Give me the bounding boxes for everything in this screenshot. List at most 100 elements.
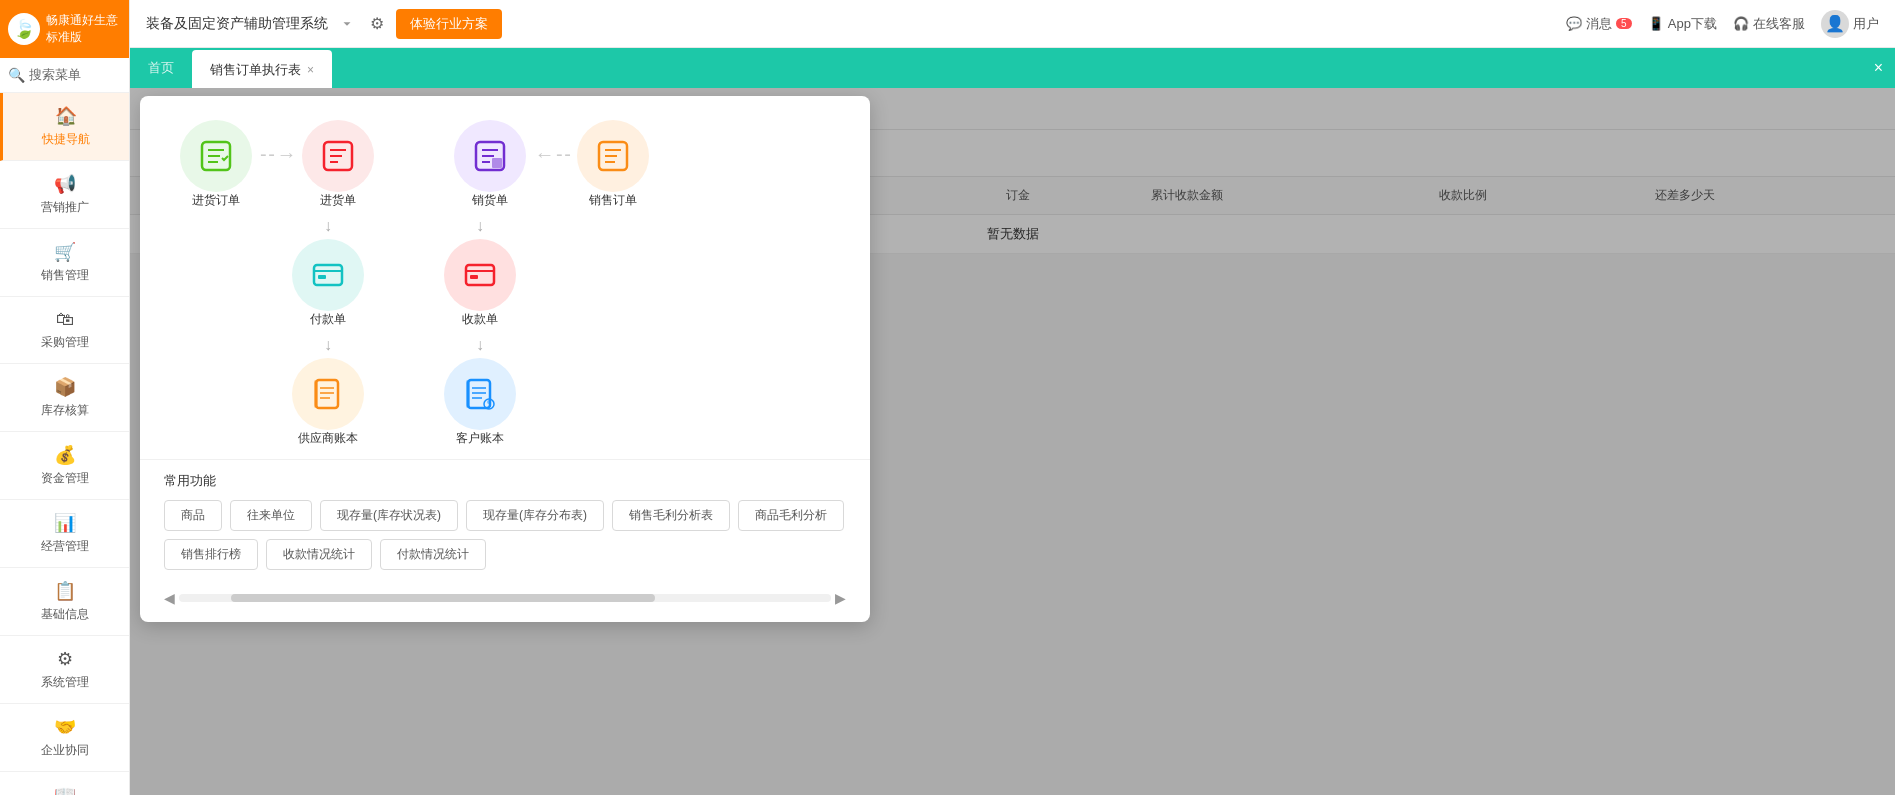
svg-point-34 <box>487 400 491 404</box>
sidebar-item-guide[interactable]: 📖 新手引导 <box>0 772 129 795</box>
tab-close-icon[interactable]: × <box>307 63 314 77</box>
sidebar-item-marketing[interactable]: 📢 营销推广 <box>0 161 129 229</box>
svg-rect-17 <box>314 265 342 285</box>
svg-rect-22 <box>470 275 478 279</box>
flow-node-payment[interactable] <box>292 239 364 311</box>
scrollbar-track[interactable] <box>179 594 831 602</box>
flow-label-supplier-ledger: 供应商账本 <box>298 430 358 447</box>
settings-icon[interactable]: ⚙ <box>370 14 384 33</box>
flow-node-sales-bill[interactable] <box>454 120 526 192</box>
arrow-2: ← - - <box>526 143 576 166</box>
common-btns: 商品 往来单位 现存量(库存状况表) 现存量(库存分布表) 销售毛利分析表 商品… <box>164 500 846 531</box>
app-download-btn[interactable]: 📱 App下载 <box>1648 15 1717 33</box>
sidebar-item-sys-mgmt[interactable]: ⚙ 系统管理 <box>0 636 129 704</box>
flow-node-sales-order[interactable] <box>577 120 649 192</box>
common-btn-1[interactable]: 往来单位 <box>230 500 312 531</box>
scroll-left-arrow[interactable]: ◀ <box>164 590 175 606</box>
scroll-arrows: ◀ ▶ <box>164 586 846 610</box>
flow-label-sales-order: 销售订单 <box>589 192 637 209</box>
svg-rect-27 <box>314 380 318 408</box>
content-area: ❓ 帮助 🖨 按模板打印 ▼ ↗ 导出 🔄 刷新 <box>130 88 1895 795</box>
sidebar-logo: 🍃 畅康通好生意 标准版 <box>0 0 129 58</box>
modal-overlay: 进货订单 - - → 进货单 <box>130 88 1895 795</box>
modal-box: 进货订单 - - → 进货单 <box>140 96 870 622</box>
tab-home[interactable]: 首页 <box>130 48 192 88</box>
svg-rect-20 <box>466 265 494 285</box>
sidebar-item-quick-nav[interactable]: 🏠 快捷导航 <box>0 93 129 161</box>
message-btn[interactable]: 💬 消息 5 <box>1566 15 1632 33</box>
megaphone-icon: 📢 <box>54 173 76 195</box>
tab-sales-order-exec[interactable]: 销售订单执行表 × <box>192 50 332 90</box>
common-btn-6[interactable]: 销售排行榜 <box>164 539 258 570</box>
common-btn-5[interactable]: 商品毛利分析 <box>738 500 844 531</box>
v2-spacer3 <box>364 336 444 354</box>
sidebar-item-operations[interactable]: 📊 经营管理 <box>0 500 129 568</box>
flow-col-payment: 付款单 <box>292 239 364 328</box>
money-icon: 💰 <box>54 444 76 466</box>
sidebar-item-label: 企业协同 <box>41 742 89 759</box>
chart-icon: 📊 <box>54 512 76 534</box>
tab-sales-label: 销售订单执行表 <box>210 61 301 79</box>
common-btn-7[interactable]: 收款情况统计 <box>266 539 372 570</box>
user-menu[interactable]: 👤 用户 <box>1821 10 1879 38</box>
common-btn-4[interactable]: 销售毛利分析表 <box>612 500 730 531</box>
v2-spacer1 <box>180 336 252 354</box>
sidebar-item-label: 快捷导航 <box>42 131 90 148</box>
logo-icon: 🍃 <box>8 13 40 45</box>
handshake-icon: 🤝 <box>54 716 76 738</box>
sidebar-item-label: 库存核算 <box>41 402 89 419</box>
sidebar-search[interactable]: 🔍 搜索菜单 <box>0 58 129 93</box>
sidebar-item-purchase[interactable]: 🛍 采购管理 <box>0 297 129 364</box>
flow-node-customer-ledger[interactable] <box>444 358 516 430</box>
scrollbar-thumb <box>231 594 655 602</box>
shopping-icon: 🛍 <box>56 309 74 330</box>
svg-rect-28 <box>468 380 490 408</box>
flow-col-purchase-bill: 进货单 <box>302 120 374 209</box>
v-spacer-2 <box>252 217 292 235</box>
message-label: 消息 <box>1586 15 1612 33</box>
flow-area: 进货订单 - - → 进货单 <box>140 96 870 459</box>
scroll-right-arrow[interactable]: ▶ <box>835 590 846 606</box>
flow-node-receipt[interactable] <box>444 239 516 311</box>
flow-node-purchase-order[interactable] <box>180 120 252 192</box>
flow-col-sales-bill: 销货单 <box>454 120 526 209</box>
sidebar-item-sales[interactable]: 🛒 销售管理 <box>0 229 129 297</box>
flow-label-receipt: 收款单 <box>462 311 498 328</box>
sidebar-item-finance[interactable]: 💰 资金管理 <box>0 432 129 500</box>
sidebar-item-label: 采购管理 <box>41 334 89 351</box>
modal-scrollbar-area: ◀ ▶ <box>140 586 870 622</box>
common-btn-0[interactable]: 商品 <box>164 500 222 531</box>
v2-arrow-receipt: ↓ <box>444 336 516 354</box>
gear-icon: ⚙ <box>57 648 73 670</box>
common-btn-8[interactable]: 付款情况统计 <box>380 539 486 570</box>
flow-col-receipt: 收款单 <box>444 239 516 328</box>
flow-node-supplier-ledger[interactable] <box>292 358 364 430</box>
system-dropdown[interactable] <box>340 17 354 31</box>
message-badge: 5 <box>1616 18 1632 29</box>
online-service-btn[interactable]: 🎧 在线客服 <box>1733 15 1805 33</box>
flow-node-purchase-bill[interactable] <box>302 120 374 192</box>
user-name: 用户 <box>1853 15 1879 33</box>
trial-btn[interactable]: 体验行业方案 <box>396 9 502 39</box>
topbar: 装备及固定资产辅助管理系统 ⚙ 体验行业方案 💬 消息 5 📱 App下载 🎧 <box>130 0 1895 48</box>
sidebar-item-label: 基础信息 <box>41 606 89 623</box>
home-icon: 🏠 <box>55 105 77 127</box>
flow-col-purchase-order: 进货订单 <box>180 120 252 209</box>
svg-rect-12 <box>492 158 502 168</box>
sidebar-item-enterprise[interactable]: 🤝 企业协同 <box>0 704 129 772</box>
common-btn-2[interactable]: 现存量(库存状况表) <box>320 500 458 531</box>
svg-rect-23 <box>316 380 338 408</box>
flow-col-customer-ledger: 客户账本 <box>444 358 516 447</box>
cart-icon: 🛒 <box>54 241 76 263</box>
flow-label-customer-ledger: 客户账本 <box>456 430 504 447</box>
sidebar-item-inventory[interactable]: 📦 库存核算 <box>0 364 129 432</box>
common-btn-3[interactable]: 现存量(库存分布表) <box>466 500 604 531</box>
svg-rect-19 <box>318 275 326 279</box>
tab-close-all[interactable]: × <box>1874 59 1883 77</box>
sidebar-item-basic-info[interactable]: 📋 基础信息 <box>0 568 129 636</box>
sidebar-item-label: 系统管理 <box>41 674 89 691</box>
message-icon: 💬 <box>1566 16 1582 31</box>
main-content: 装备及固定资产辅助管理系统 ⚙ 体验行业方案 💬 消息 5 📱 App下载 🎧 <box>130 0 1895 795</box>
topbar-right: 💬 消息 5 📱 App下载 🎧 在线客服 👤 用户 <box>1566 10 1879 38</box>
sidebar-item-label: 销售管理 <box>41 267 89 284</box>
